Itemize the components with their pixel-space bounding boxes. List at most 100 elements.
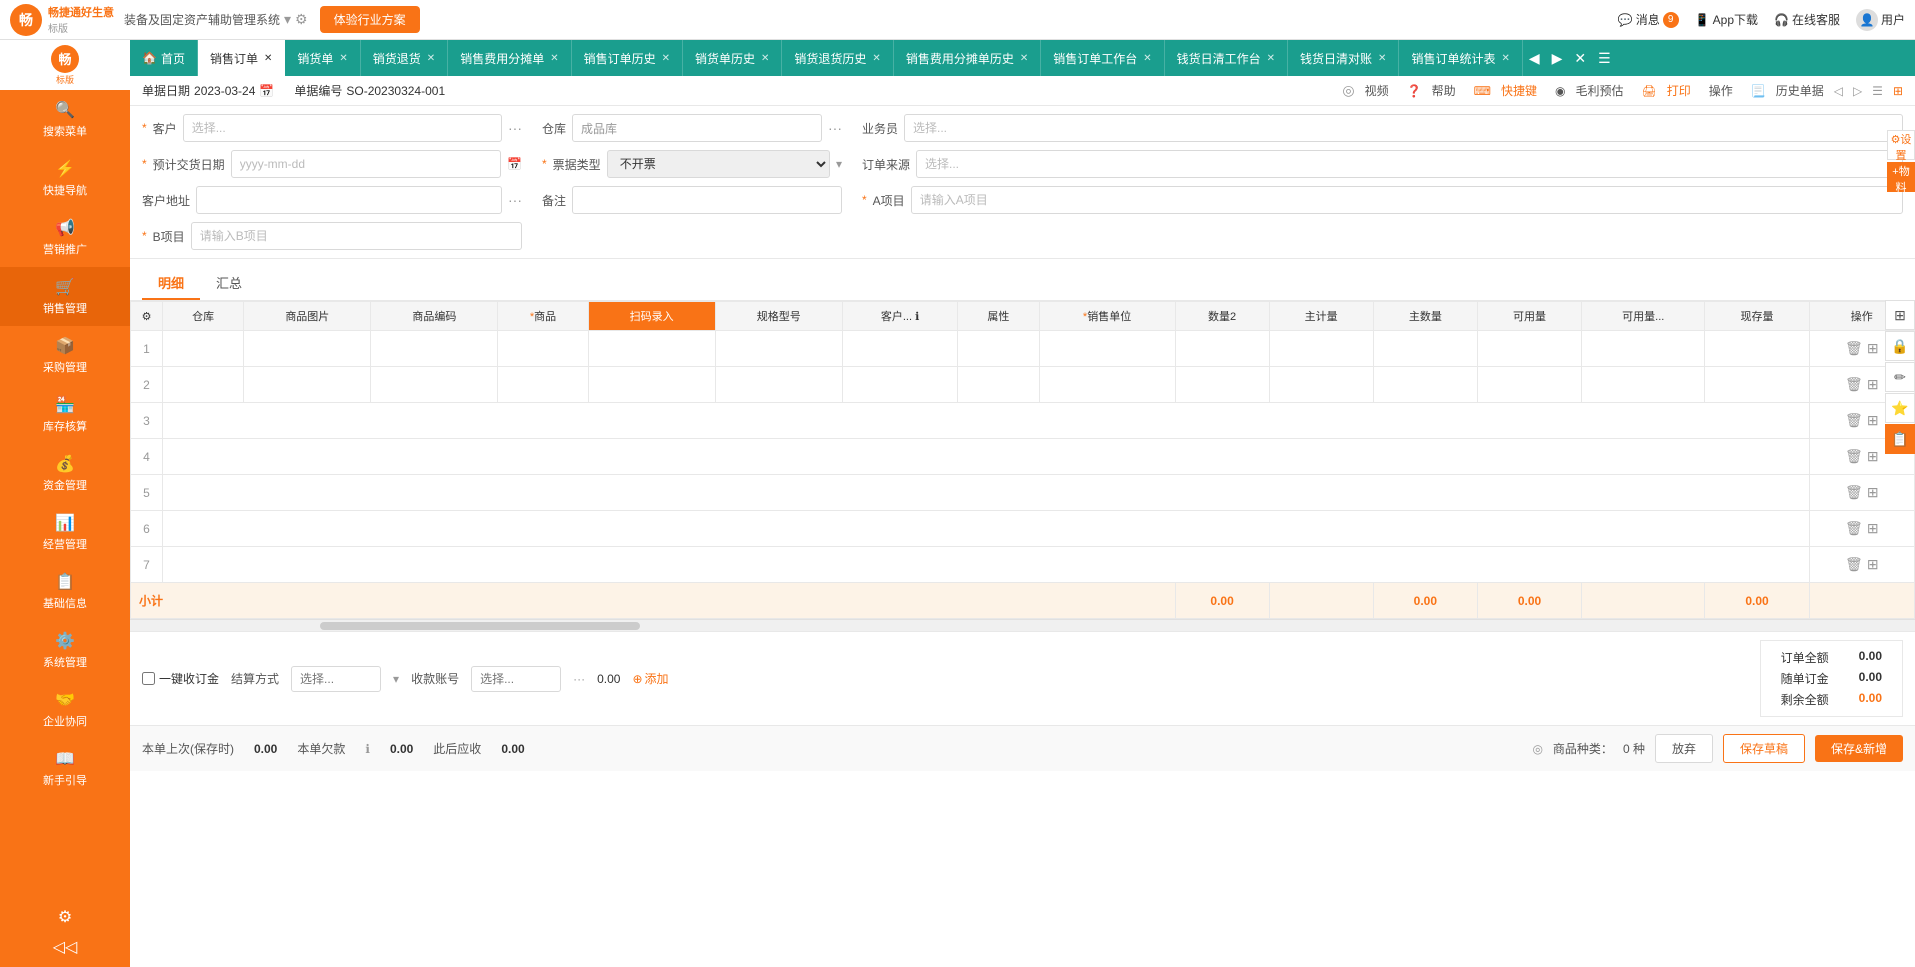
side-panel-btn-5[interactable]: 📋 — [1885, 424, 1915, 454]
row-7-copy-icon[interactable]: ⊞ — [1867, 556, 1879, 573]
system-dropdown-icon[interactable]: ▾ — [284, 11, 291, 28]
row-1-delete-icon[interactable]: 🗑 — [1845, 340, 1863, 357]
customer-dots-btn[interactable]: ··· — [508, 120, 522, 136]
this-order-icon[interactable]: ℹ — [365, 742, 370, 756]
tab-return-goods-history-close[interactable]: ✕ — [872, 53, 880, 64]
sidebar-item-system[interactable]: ⚙️ 系统管理 — [0, 621, 130, 680]
app-download-btn[interactable]: 📱 App下载 — [1695, 11, 1758, 28]
tab-order-workbench-close[interactable]: ✕ — [1143, 53, 1151, 64]
tab-next-btn[interactable]: ▶ — [1546, 40, 1569, 76]
sidebar-item-base-info[interactable]: 📋 基础信息 — [0, 562, 130, 621]
tab-return-goods-history[interactable]: 销货退货历史 ✕ — [782, 40, 893, 76]
tab-credit-daily-close[interactable]: ✕ — [1267, 53, 1275, 64]
sidebar-item-guide[interactable]: 📖 新手引导 — [0, 739, 130, 798]
sidebar-settings-icon[interactable]: ⚙ — [58, 907, 72, 927]
message-btn[interactable]: 💬 消息 9 — [1618, 11, 1679, 28]
sidebar-item-inventory[interactable]: 🏪 库存核算 — [0, 385, 130, 444]
row-3-delete-icon[interactable]: 🗑 — [1845, 412, 1863, 429]
tab-order-history-close[interactable]: ✕ — [662, 53, 670, 64]
row-4-delete-icon[interactable]: 🗑 — [1845, 448, 1863, 465]
tab-detail[interactable]: 明细 — [142, 267, 200, 300]
tab-return-history-close[interactable]: ✕ — [761, 53, 769, 64]
row-7-delete-icon[interactable]: 🗑 — [1845, 556, 1863, 573]
side-panel-btn-1[interactable]: ⊞ — [1885, 300, 1915, 330]
sidebar-item-cooperation[interactable]: 🤝 企业协同 — [0, 680, 130, 739]
row-6-copy-icon[interactable]: ⊞ — [1867, 520, 1879, 537]
tab-sales-return[interactable]: 销货单 ✕ — [285, 40, 360, 76]
settings-panel-btn[interactable]: ⚙设置 — [1887, 130, 1915, 160]
row-1-copy-icon[interactable]: ⊞ — [1867, 340, 1879, 357]
address-dots-btn[interactable]: ··· — [508, 192, 522, 208]
print-label[interactable]: 打印 — [1667, 82, 1691, 99]
tab-sales-order[interactable]: 销售订单 ✕ — [198, 40, 285, 76]
row-5-delete-icon[interactable]: 🗑 — [1845, 484, 1863, 501]
warehouse-input[interactable] — [572, 114, 822, 142]
help-icon[interactable]: ❓ — [1407, 84, 1422, 98]
save-draft-btn[interactable]: 保存草稿 — [1723, 734, 1805, 763]
tab-credit-reconcile-close[interactable]: ✕ — [1378, 53, 1386, 64]
tab-sales-return-close[interactable]: ✕ — [339, 53, 347, 64]
view-label[interactable]: 视频 — [1365, 82, 1389, 99]
th-scan-input[interactable]: 扫码录入 — [588, 302, 715, 331]
operate-label[interactable]: 操作 — [1709, 82, 1733, 99]
side-panel-btn-3[interactable]: ✏ — [1885, 362, 1915, 392]
shortcut-text[interactable]: 快捷键 — [1501, 82, 1537, 99]
row-4-copy-icon[interactable]: ⊞ — [1867, 448, 1879, 465]
tab-prev-btn[interactable]: ◀ — [1523, 40, 1546, 76]
grid-view-icon[interactable]: ⊞ — [1893, 84, 1903, 98]
discard-btn[interactable]: 放弃 — [1655, 734, 1713, 763]
side-panel-btn-2[interactable]: 🔒 — [1885, 331, 1915, 361]
order-source-input[interactable] — [916, 150, 1903, 178]
profit-icon[interactable]: ◉ — [1555, 84, 1565, 98]
invoice-type-select[interactable]: 不开票 普票 专票 — [607, 150, 830, 178]
row-6-delete-icon[interactable]: 🗑 — [1845, 520, 1863, 537]
tab-order-history[interactable]: 销售订单历史 ✕ — [572, 40, 683, 76]
user-btn[interactable]: 👤 用户 — [1856, 9, 1905, 31]
customer-address-input[interactable] — [196, 186, 502, 214]
payment-method-input[interactable] — [291, 666, 381, 692]
tab-summary[interactable]: 汇总 — [200, 267, 258, 300]
b-project-input[interactable] — [191, 222, 522, 250]
row-2-delete-icon[interactable]: 🗑 — [1845, 376, 1863, 393]
delivery-date-input[interactable] — [231, 150, 501, 178]
add-payment-btn[interactable]: ⊕ 添加 — [632, 670, 668, 687]
settings-gear-icon[interactable]: ⚙ — [295, 11, 308, 28]
profit-label[interactable]: 毛利预估 — [1575, 82, 1623, 99]
sidebar-item-purchase[interactable]: 📦 采购管理 — [0, 326, 130, 385]
auto-receipt-checkbox[interactable] — [142, 672, 155, 685]
salesman-input[interactable] — [904, 114, 1903, 142]
sidebar-item-search[interactable]: 🔍 搜索菜单 — [0, 90, 130, 149]
history-icon[interactable]: 📃 — [1751, 84, 1766, 98]
tab-credit-reconcile[interactable]: 钱货日清对账 ✕ — [1288, 40, 1399, 76]
calendar-icon[interactable]: 📅 — [259, 84, 274, 98]
horizontal-scrollbar[interactable] — [130, 619, 1915, 631]
sidebar-item-quick-nav[interactable]: ⚡ 快捷导航 — [0, 149, 130, 208]
nav-prev-icon[interactable]: ◁ — [1834, 84, 1843, 98]
tab-sales-order-close[interactable]: ✕ — [264, 53, 272, 64]
sidebar-item-sales[interactable]: 🛒 销售管理 — [0, 267, 130, 326]
tab-return-goods-close[interactable]: ✕ — [427, 53, 435, 64]
tab-fee-split[interactable]: 销售费用分摊单 ✕ — [448, 40, 571, 76]
payment-method-dropdown[interactable]: ▾ — [393, 672, 399, 686]
sidebar-collapse-icon[interactable]: ◁◁ — [53, 937, 78, 957]
sidebar-item-finance[interactable]: 💰 资金管理 — [0, 444, 130, 503]
history-label[interactable]: 历史单据 — [1776, 82, 1824, 99]
row-5-copy-icon[interactable]: ⊞ — [1867, 484, 1879, 501]
tab-close-all-btn[interactable]: ✕ — [1568, 40, 1592, 76]
account-input[interactable] — [471, 666, 561, 692]
th-settings[interactable]: ⚙ — [131, 302, 163, 331]
notes-input[interactable] — [572, 186, 842, 214]
tab-fee-split-close[interactable]: ✕ — [550, 53, 558, 64]
side-panel-btn-4[interactable]: ⭐ — [1885, 393, 1915, 423]
a-project-input[interactable] — [911, 186, 1903, 214]
customer-input[interactable] — [183, 114, 502, 142]
tab-sales-stats-close[interactable]: ✕ — [1501, 53, 1509, 64]
tab-return-history[interactable]: 销货单历史 ✕ — [683, 40, 782, 76]
online-service-btn[interactable]: 🎧 在线客服 — [1774, 11, 1840, 28]
circle-icon[interactable]: ◎ — [1342, 82, 1354, 99]
tab-credit-daily[interactable]: 钱货日清工作台 ✕ — [1165, 40, 1288, 76]
nav-next-icon[interactable]: ▷ — [1853, 84, 1862, 98]
help-label[interactable]: 帮助 — [1432, 82, 1456, 99]
account-dots-btn[interactable]: ··· — [573, 672, 585, 686]
tab-order-workbench[interactable]: 销售订单工作台 ✕ — [1041, 40, 1164, 76]
